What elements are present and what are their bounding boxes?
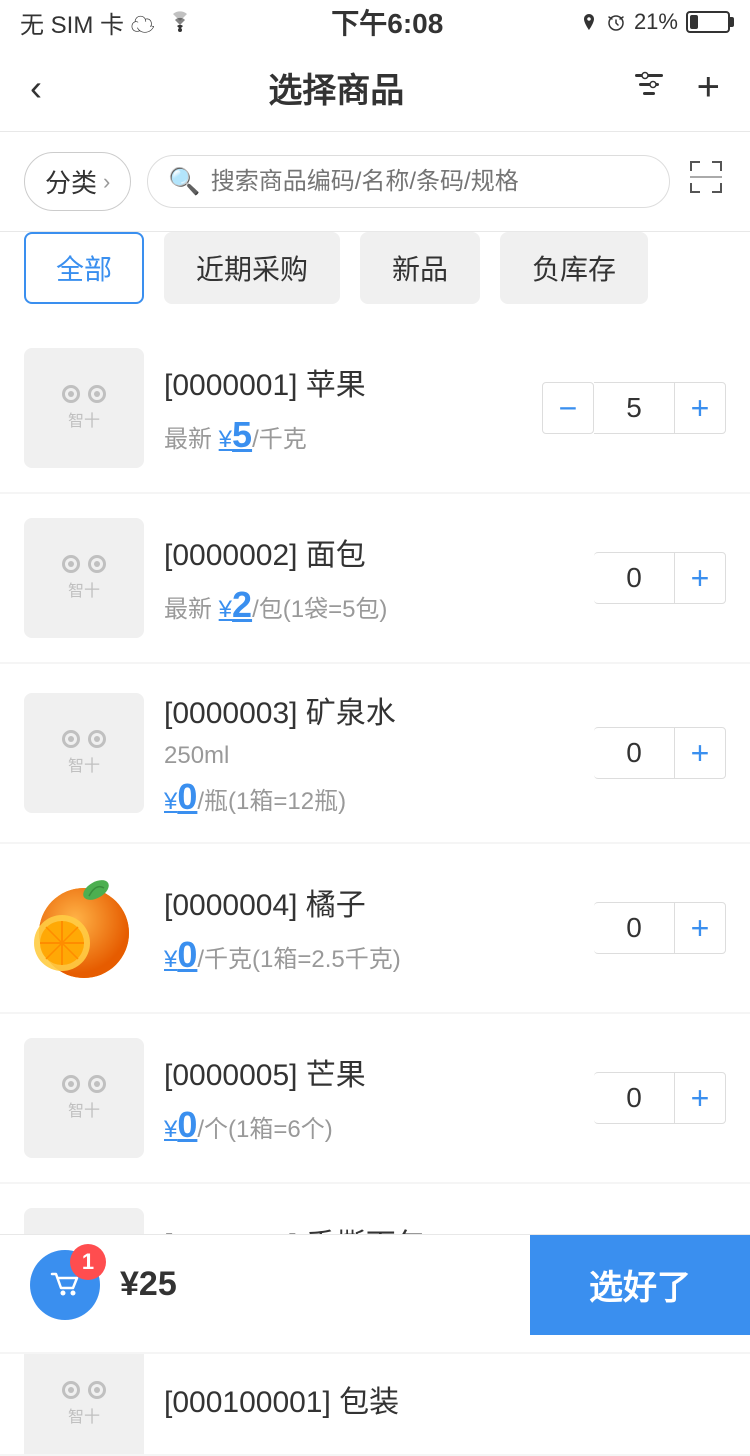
signal-text: 无 SIM 卡 ☁ [20, 5, 155, 40]
product-image-orange [24, 868, 144, 988]
product-info: [0000003] 矿泉水 250ml ¥0/瓶(1箱=12瓶) [164, 688, 574, 818]
product-info: [000100001] 包装 [164, 1377, 726, 1431]
product-info: [0000002] 面包 最新 ¥2/包(1袋=5包) [164, 530, 574, 626]
product-image: 智十 [24, 693, 144, 813]
search-bar: 分类 › 🔍 [0, 132, 750, 232]
increase-button[interactable]: + [674, 1072, 726, 1124]
location-icon [580, 13, 598, 31]
wifi-icon [165, 11, 195, 33]
product-price: 最新 ¥5/千克 [164, 414, 522, 456]
tab-new[interactable]: 新品 [360, 232, 480, 304]
product-image: 智十 [24, 518, 144, 638]
search-input-wrap: 🔍 [147, 155, 670, 208]
quantity-control: + [594, 902, 726, 954]
add-button[interactable]: + [697, 65, 720, 110]
product-info: [0000004] 橘子 ¥0/千克(1箱=2.5千克) [164, 880, 574, 976]
decrease-button[interactable]: − [542, 382, 594, 434]
battery-percent: 21% [634, 9, 678, 35]
product-name: [0000003] 矿泉水 [164, 688, 574, 732]
battery-icon [686, 11, 730, 33]
list-item: 智十 [000100001] 包装 [0, 1354, 750, 1454]
product-image: 智十 [24, 348, 144, 468]
status-bar: 无 SIM 卡 ☁ 下午6:08 21% [0, 0, 750, 44]
cart-badge: 1 [70, 1244, 106, 1280]
tab-negative[interactable]: 负库存 [500, 232, 648, 304]
confirm-button[interactable]: 选好了 [530, 1235, 750, 1335]
product-name: [000100001] 包装 [164, 1377, 726, 1421]
scan-icon[interactable] [686, 157, 726, 206]
product-price: ¥0/个(1箱=6个) [164, 1104, 574, 1146]
alarm-icon [606, 12, 626, 32]
quantity-input[interactable] [594, 552, 674, 604]
page-title: 选择商品 [268, 63, 404, 112]
list-item: 智十 [0000002] 面包 最新 ¥2/包(1袋=5包) + [0, 494, 750, 662]
list-item: 智十 [0000005] 芒果 ¥0/个(1箱=6个) + [0, 1014, 750, 1182]
search-input[interactable] [211, 168, 649, 196]
product-spec: 250ml [164, 742, 574, 770]
product-name: [0000002] 面包 [164, 530, 574, 574]
search-icon: 🔍 [168, 166, 200, 197]
list-item: 智十 [0000001] 苹果 最新 ¥5/千克 − + [0, 324, 750, 492]
nav-bar: ‹ 选择商品 + [0, 44, 750, 132]
orange-fruit-image [24, 868, 144, 988]
status-time: 下午6:08 [331, 2, 443, 42]
product-info: [0000005] 芒果 ¥0/个(1箱=6个) [164, 1050, 574, 1146]
product-info: [0000001] 苹果 最新 ¥5/千克 [164, 360, 522, 456]
product-image: 智十 [24, 1354, 144, 1454]
quantity-control: + [594, 727, 726, 779]
category-button[interactable]: 分类 › [24, 152, 131, 211]
product-price: ¥0/千克(1箱=2.5千克) [164, 934, 574, 976]
product-name: [0000001] 苹果 [164, 360, 522, 404]
back-button[interactable]: ‹ [30, 67, 42, 109]
product-price: ¥0/瓶(1箱=12瓶) [164, 776, 574, 818]
list-item: [0000004] 橘子 ¥0/千克(1箱=2.5千克) + [0, 844, 750, 1012]
increase-button[interactable]: + [674, 382, 726, 434]
nav-actions: + [631, 65, 720, 110]
quantity-control: + [594, 552, 726, 604]
bottom-bar: 1 ¥25 选好了 [0, 1234, 750, 1334]
filter-icon[interactable] [631, 66, 667, 110]
tab-all[interactable]: 全部 [24, 232, 144, 304]
filter-tabs: 全部 近期采购 新品 负库存 [0, 232, 750, 324]
cart-total: ¥25 [120, 1265, 177, 1304]
status-right: 21% [580, 9, 730, 35]
cart-icon-wrap[interactable]: 1 [30, 1250, 100, 1320]
quantity-input[interactable] [594, 727, 674, 779]
product-price: 最新 ¥2/包(1袋=5包) [164, 584, 574, 626]
product-name: [0000005] 芒果 [164, 1050, 574, 1094]
increase-button[interactable]: + [674, 902, 726, 954]
chevron-right-icon: › [103, 169, 110, 195]
product-name: [0000004] 橘子 [164, 880, 574, 924]
tab-recent[interactable]: 近期采购 [164, 232, 340, 304]
product-image: 智十 [24, 1038, 144, 1158]
increase-button[interactable]: + [674, 727, 726, 779]
quantity-input[interactable] [594, 902, 674, 954]
quantity-input[interactable] [594, 1072, 674, 1124]
quantity-control: + [594, 1072, 726, 1124]
quantity-input[interactable] [594, 382, 674, 434]
status-left: 无 SIM 卡 ☁ [20, 5, 195, 40]
quantity-control: − + [542, 382, 726, 434]
cart-section: 1 ¥25 [0, 1250, 530, 1320]
list-item: 智十 [0000003] 矿泉水 250ml ¥0/瓶(1箱=12瓶) + [0, 664, 750, 842]
increase-button[interactable]: + [674, 552, 726, 604]
